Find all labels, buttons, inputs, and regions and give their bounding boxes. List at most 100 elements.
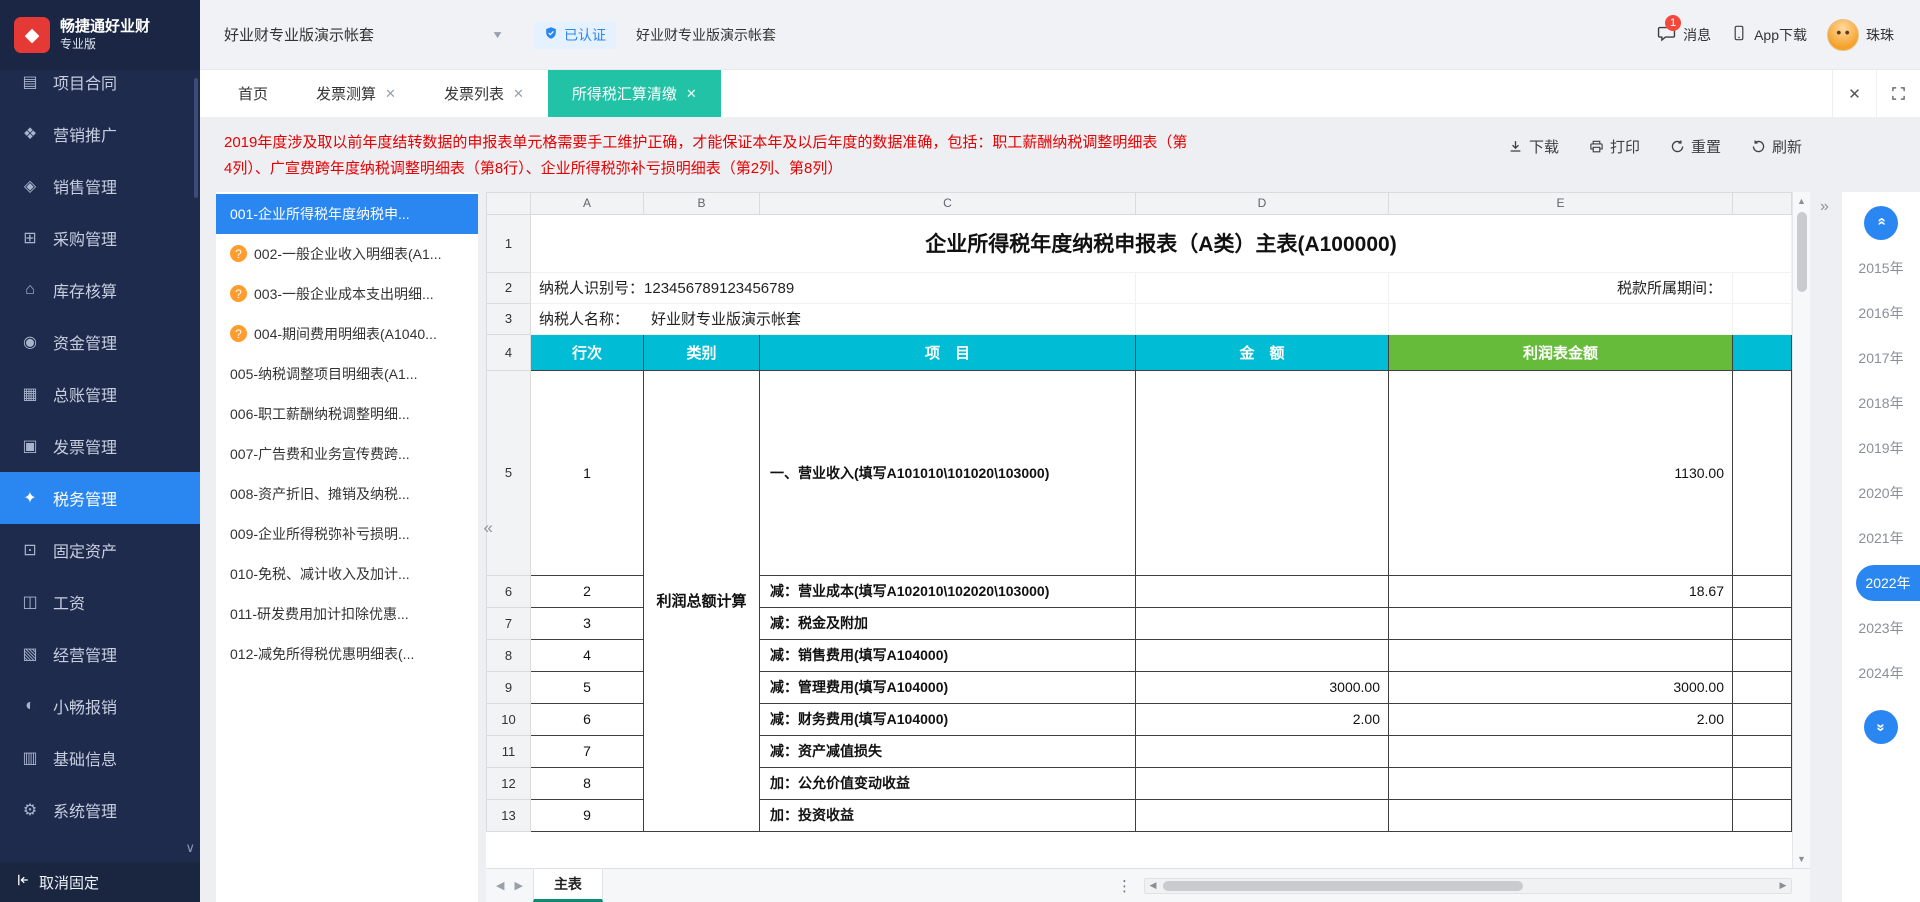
year-item[interactable]: 2015年 [1842, 246, 1920, 291]
sidebar-item[interactable]: ⚙ 系统管理 [0, 784, 200, 836]
profit-amount-cell[interactable]: 3000.00 [1388, 670, 1733, 704]
form-list-item[interactable]: 005-纳税调整项目明细表(A1... [216, 354, 478, 394]
row-number[interactable]: 2 [486, 271, 531, 304]
next-sheet-icon[interactable]: ▶ [514, 879, 532, 892]
line-number-cell[interactable]: 5 [530, 670, 644, 704]
item-cell[interactable]: 减：管理费用(填写A104000) [759, 670, 1136, 704]
cell[interactable] [1135, 302, 1389, 335]
form-list-item[interactable]: 001-企业所得税年度纳税申... [216, 193, 478, 234]
sidebar-item[interactable]: ◐ 小畅报销 [0, 680, 200, 732]
profit-amount-cell[interactable]: 2.00 [1388, 702, 1733, 736]
year-item[interactable]: 2024年 [1842, 651, 1920, 696]
form-list-item[interactable]: 007-广告费和业务宣传费跨... [216, 434, 478, 474]
cell[interactable] [1135, 271, 1389, 304]
cell[interactable] [1732, 670, 1792, 704]
sidebar-item[interactable]: ⊡ 固定资产 [0, 524, 200, 576]
collapse-years-handle[interactable]: » [1820, 198, 1829, 216]
year-item[interactable]: 2016年 [1842, 291, 1920, 336]
years-scroll-down-button[interactable]: » [1864, 709, 1898, 744]
line-number-cell[interactable]: 3 [530, 606, 644, 640]
sidebar-item[interactable]: ◈ 销售管理 [0, 160, 200, 212]
form-list-item[interactable]: ? 002-一般企业收入明细表(A1... [216, 234, 478, 274]
form-list-item[interactable]: 010-免税、减计收入及加计... [216, 554, 478, 594]
column-letter[interactable]: A [530, 191, 644, 215]
download-button[interactable]: 下载 [1508, 136, 1559, 157]
sidebar-item[interactable]: ▥ 基础信息 [0, 732, 200, 784]
scroll-down-icon[interactable]: ▼ [1793, 850, 1810, 868]
prev-sheet-icon[interactable]: ◀ [486, 879, 514, 892]
close-tab-button[interactable]: ✕ [1832, 70, 1876, 117]
column-letter[interactable]: B [643, 191, 760, 215]
messages-button[interactable]: 1 消息 [1657, 14, 1711, 46]
reset-button[interactable]: 重置 [1670, 136, 1721, 157]
sidebar-item[interactable]: ◉ 资金管理 [0, 316, 200, 368]
row-number[interactable]: 10 [486, 702, 531, 736]
sidebar-item[interactable]: ▦ 总账管理 [0, 368, 200, 420]
item-cell[interactable]: 减：财务费用(填写A104000) [759, 702, 1136, 736]
row-number[interactable]: 1 [486, 213, 531, 273]
form-list-item[interactable]: 006-职工薪酬纳税调整明细... [216, 394, 478, 434]
profit-amount-cell[interactable] [1388, 734, 1733, 768]
row-number[interactable]: 3 [486, 302, 531, 335]
row-number[interactable]: 8 [486, 638, 531, 672]
cell[interactable] [1732, 638, 1792, 672]
amount-cell[interactable]: 2.00 [1135, 702, 1389, 736]
sidebar-item[interactable]: ⊞ 采购管理 [0, 212, 200, 264]
amount-cell[interactable] [1135, 606, 1389, 640]
line-number-cell[interactable]: 8 [530, 766, 644, 800]
scroll-up-icon[interactable]: ▲ [1793, 192, 1810, 210]
item-cell[interactable]: 加：公允价值变动收益 [759, 766, 1136, 800]
vertical-scrollbar[interactable]: ▲ ▼ [1792, 191, 1810, 868]
close-tab-icon[interactable]: ✕ [385, 86, 396, 102]
refresh-button[interactable]: 刷新 [1751, 136, 1802, 157]
form-list-item[interactable]: ? 004-期间费用明细表(A1040... [216, 314, 478, 354]
column-letter[interactable]: E [1388, 191, 1733, 215]
tab-item[interactable]: 发票列表 ✕ [420, 70, 548, 117]
more-sheets-icon[interactable]: ⋮ [1105, 877, 1144, 895]
sidebar-item[interactable]: ▣ 发票管理 [0, 420, 200, 472]
year-item[interactable]: 2019年 [1842, 426, 1920, 471]
item-cell[interactable]: 减：营业成本(填写A102010\102020\103000) [759, 574, 1136, 608]
row-number[interactable]: 4 [486, 333, 531, 371]
cell[interactable] [1732, 271, 1792, 304]
row-number[interactable]: 6 [486, 574, 531, 608]
certified-badge[interactable]: 已认证 [534, 20, 616, 49]
amount-cell[interactable] [1135, 734, 1389, 768]
sidebar-item[interactable]: ❖ 营销推广 [0, 108, 200, 160]
years-scroll-up-button[interactable]: » [1864, 205, 1898, 240]
sidebar-item[interactable]: ⌂ 库存核算 [0, 264, 200, 316]
account-set-dropdown[interactable]: 好业财专业版演示帐套 ▼ [214, 16, 514, 53]
item-cell[interactable]: 加：投资收益 [759, 798, 1136, 832]
amount-cell[interactable] [1135, 574, 1389, 608]
cell[interactable] [1732, 766, 1792, 800]
amount-cell[interactable] [1135, 638, 1389, 672]
cell[interactable] [1732, 734, 1792, 768]
tab-active[interactable]: 所得税汇算清缴 ✕ [547, 70, 721, 117]
item-cell[interactable]: 减：税金及附加 [759, 606, 1136, 640]
taxpayer-id-cell[interactable]: 纳税人识别号：123456789123456789 [530, 271, 1136, 304]
sidebar-scroll-down-icon[interactable]: ∨ [185, 840, 195, 856]
taxpayer-name-cell[interactable]: 纳税人名称： 好业财专业版演示帐套 [530, 302, 1136, 335]
cell[interactable] [1732, 302, 1792, 335]
cell[interactable] [1732, 798, 1792, 832]
profit-amount-cell[interactable] [1388, 606, 1733, 640]
cell[interactable] [1732, 574, 1792, 608]
profit-amount-cell[interactable] [1388, 638, 1733, 672]
sidebar-item[interactable]: ✦ 税务管理 [0, 472, 200, 524]
profit-amount-cell[interactable] [1388, 798, 1733, 832]
amount-cell[interactable] [1135, 766, 1389, 800]
profit-amount-cell[interactable] [1388, 766, 1733, 800]
item-cell[interactable]: 减：资产减值损失 [759, 734, 1136, 768]
line-number-cell[interactable]: 2 [530, 574, 644, 608]
profit-amount-cell[interactable]: 18.67 [1388, 574, 1733, 608]
cell[interactable] [1388, 302, 1733, 335]
vertical-scroll-thumb[interactable] [1796, 211, 1807, 292]
horizontal-scroll-thumb[interactable] [1163, 880, 1523, 891]
sidebar-scrollbar[interactable] [194, 78, 198, 198]
cell[interactable] [1732, 702, 1792, 736]
amount-cell[interactable] [1135, 798, 1389, 832]
horizontal-scrollbar[interactable]: ◀ ▶ [1144, 877, 1792, 894]
amount-cell[interactable] [1135, 369, 1389, 576]
item-cell[interactable]: 减：销售费用(填写A104000) [759, 638, 1136, 672]
sidebar-item[interactable]: ◫ 工资 [0, 576, 200, 628]
